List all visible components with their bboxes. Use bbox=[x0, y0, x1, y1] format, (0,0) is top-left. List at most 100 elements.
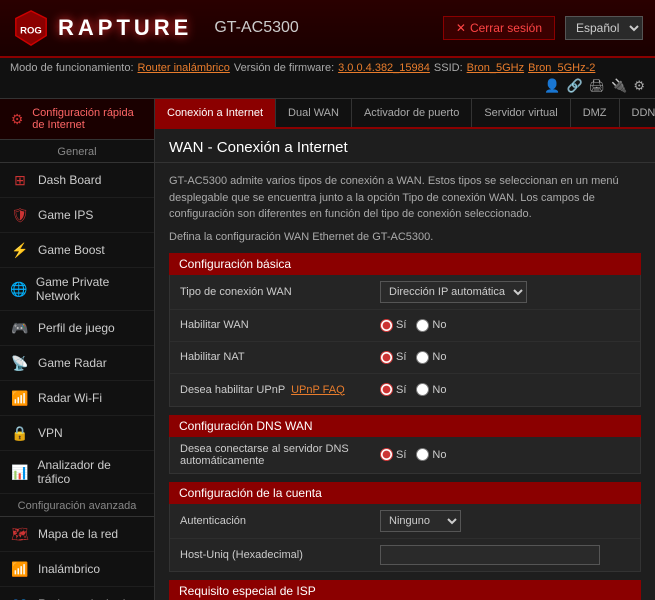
network-icon[interactable]: 🔗 bbox=[566, 78, 582, 94]
sidebar: ⚙ Configuración rápida de Internet Gener… bbox=[0, 99, 155, 600]
tab-activador-puerto[interactable]: Activador de puerto bbox=[352, 99, 472, 127]
upnp-faq-link[interactable]: UPnP FAQ bbox=[291, 384, 345, 396]
quick-config-item[interactable]: ⚙ Configuración rápida de Internet bbox=[0, 99, 154, 140]
upnp-radio-group: Sí No bbox=[380, 383, 446, 396]
basic-config-header: Configuración básica bbox=[169, 253, 641, 275]
mapa-red-icon: 🗺 bbox=[10, 524, 30, 544]
game-private-network-icon: 🌐 bbox=[10, 279, 28, 299]
sidebar-item-game-ips[interactable]: 🛡 Game IPS bbox=[0, 198, 154, 233]
basic-config-section: Tipo de conexión WAN Dirección IP automá… bbox=[169, 275, 641, 407]
svg-text:ROG: ROG bbox=[20, 26, 42, 37]
enable-wan-row: Habilitar WAN Sí No bbox=[170, 310, 640, 342]
language-select[interactable]: Español bbox=[565, 16, 643, 40]
usb-icon[interactable]: 🔌 bbox=[611, 78, 627, 94]
dns-config-section: Desea conectarse al servidor DNS automát… bbox=[169, 437, 641, 474]
sidebar-item-game-boost[interactable]: ⚡ Game Boost bbox=[0, 233, 154, 268]
tab-conexion[interactable]: Conexión a Internet bbox=[155, 99, 276, 127]
dns-auto-control: Sí No bbox=[380, 448, 630, 461]
sidebar-item-mapa-red[interactable]: 🗺 Mapa de la red bbox=[0, 517, 154, 552]
inalambrico-icon: 📶 bbox=[10, 559, 30, 579]
printer-icon[interactable]: 🖨 bbox=[589, 78, 606, 94]
upnp-no[interactable]: No bbox=[416, 383, 446, 396]
sub-description: Defina la configuración WAN Ethernet de … bbox=[169, 231, 641, 243]
dashboard-label: Dash Board bbox=[38, 173, 101, 187]
auth-control: Ninguno PAP CHAP MS-CHAP bbox=[380, 510, 630, 532]
game-radar-label: Game Radar bbox=[38, 356, 107, 370]
user-icon[interactable]: 👤 bbox=[544, 78, 560, 94]
sidebar-item-game-private-network[interactable]: 🌐 Game Private Network bbox=[0, 268, 154, 311]
description: GT-AC5300 admite varios tipos de conexió… bbox=[169, 173, 641, 223]
upnp-si[interactable]: Sí bbox=[380, 383, 406, 396]
isp-config-header: Requisito especial de ISP bbox=[169, 580, 641, 600]
host-uniq-input[interactable] bbox=[380, 545, 600, 565]
enable-nat-radio-group: Sí No bbox=[380, 351, 446, 364]
auth-label: Autenticación bbox=[180, 515, 380, 527]
sidebar-item-game-radar[interactable]: 📡 Game Radar bbox=[0, 346, 154, 381]
mapa-red-label: Mapa de la red bbox=[38, 527, 118, 541]
logout-button[interactable]: ✕ Cerrar sesión bbox=[443, 16, 555, 40]
host-uniq-label: Host-Uniq (Hexadecimal) bbox=[180, 549, 380, 561]
tab-bar: Conexión a Internet Dual WAN Activador d… bbox=[155, 99, 655, 129]
sidebar-item-analizador[interactable]: 📊 Analizador de tráfico bbox=[0, 451, 154, 494]
game-private-network-label: Game Private Network bbox=[36, 275, 144, 303]
sidebar-item-inalambrico[interactable]: 📶 Inalámbrico bbox=[0, 552, 154, 587]
dns-auto-label: Desea conectarse al servidor DNS automát… bbox=[180, 443, 380, 467]
perfil-juego-icon: 🎮 bbox=[10, 318, 30, 338]
upnp-label: Desea habilitar UPnP UPnP FAQ bbox=[180, 384, 380, 396]
host-uniq-control bbox=[380, 545, 630, 565]
upnp-row: Desea habilitar UPnP UPnP FAQ Sí No bbox=[170, 374, 640, 406]
enable-wan-si[interactable]: Sí bbox=[380, 319, 406, 332]
game-ips-label: Game IPS bbox=[38, 208, 93, 222]
radar-wifi-label: Radar Wi-Fi bbox=[38, 391, 102, 405]
sidebar-item-dashboard[interactable]: ⊞ Dash Board bbox=[0, 163, 154, 198]
account-config-header: Configuración de la cuenta bbox=[169, 482, 641, 504]
auth-select[interactable]: Ninguno PAP CHAP MS-CHAP bbox=[380, 510, 461, 532]
dns-auto-no[interactable]: No bbox=[416, 448, 446, 461]
content-body: GT-AC5300 admite varios tipos de conexió… bbox=[155, 163, 655, 600]
enable-nat-no[interactable]: No bbox=[416, 351, 446, 364]
ssid-1[interactable]: Bron_5GHz bbox=[467, 62, 524, 74]
mode-value[interactable]: Router inalámbrico bbox=[138, 62, 230, 74]
inalambrico-label: Inalámbrico bbox=[38, 562, 100, 576]
quick-config-icon: ⚙ bbox=[10, 109, 24, 129]
tab-servidor-virtual[interactable]: Servidor virtual bbox=[472, 99, 570, 127]
game-radar-icon: 📡 bbox=[10, 353, 30, 373]
tab-dmz[interactable]: DMZ bbox=[571, 99, 620, 127]
dns-auto-si[interactable]: Sí bbox=[380, 448, 406, 461]
sidebar-item-radar-wifi[interactable]: 📶 Radar Wi-Fi bbox=[0, 381, 154, 416]
header: ROG RAPTURE GT-AC5300 ✕ Cerrar sesión Es… bbox=[0, 0, 655, 58]
mode-label: Modo de funcionamiento: bbox=[10, 62, 134, 74]
advanced-section-header: Configuración avanzada bbox=[0, 494, 154, 517]
wan-type-select[interactable]: Dirección IP automática PPPoE PPTP L2TP … bbox=[380, 281, 527, 303]
vpn-label: VPN bbox=[38, 426, 63, 440]
game-boost-icon: ⚡ bbox=[10, 240, 30, 260]
upnp-control: Sí No bbox=[380, 383, 630, 396]
dns-auto-row: Desea conectarse al servidor DNS automát… bbox=[170, 437, 640, 473]
sidebar-item-red-invitados[interactable]: 👥 Red para invitados bbox=[0, 587, 154, 600]
ssid-2[interactable]: Bron_5GHz-2 bbox=[528, 62, 595, 74]
brand-name: RAPTURE bbox=[58, 15, 192, 41]
sidebar-item-perfil-juego[interactable]: 🎮 Perfil de juego bbox=[0, 311, 154, 346]
perfil-juego-label: Perfil de juego bbox=[38, 321, 115, 335]
red-invitados-icon: 👥 bbox=[10, 594, 30, 600]
auth-row: Autenticación Ninguno PAP CHAP MS-CHAP bbox=[170, 504, 640, 539]
analizador-icon: 📊 bbox=[10, 462, 29, 482]
tab-dual-wan[interactable]: Dual WAN bbox=[276, 99, 352, 127]
firmware-label: Versión de firmware: bbox=[234, 62, 334, 74]
settings-icon[interactable]: ⚙ bbox=[633, 78, 645, 94]
logo-area: ROG RAPTURE GT-AC5300 bbox=[12, 9, 299, 47]
firmware-value[interactable]: 3.0.0.4.382_15984 bbox=[338, 62, 430, 74]
enable-wan-label: Habilitar WAN bbox=[180, 319, 380, 331]
main-layout: ⚙ Configuración rápida de Internet Gener… bbox=[0, 99, 655, 600]
account-config-section: Autenticación Ninguno PAP CHAP MS-CHAP H… bbox=[169, 504, 641, 572]
dashboard-icon: ⊞ bbox=[10, 170, 30, 190]
dns-auto-radio-group: Sí No bbox=[380, 448, 446, 461]
vpn-icon: 🔒 bbox=[10, 423, 30, 443]
enable-nat-row: Habilitar NAT Sí No bbox=[170, 342, 640, 374]
enable-wan-no[interactable]: No bbox=[416, 319, 446, 332]
sidebar-item-vpn[interactable]: 🔒 VPN bbox=[0, 416, 154, 451]
enable-nat-si[interactable]: Sí bbox=[380, 351, 406, 364]
game-boost-label: Game Boost bbox=[38, 243, 105, 257]
tab-ddns[interactable]: DDNS bbox=[620, 99, 655, 127]
page-title: WAN - Conexión a Internet bbox=[155, 129, 655, 163]
